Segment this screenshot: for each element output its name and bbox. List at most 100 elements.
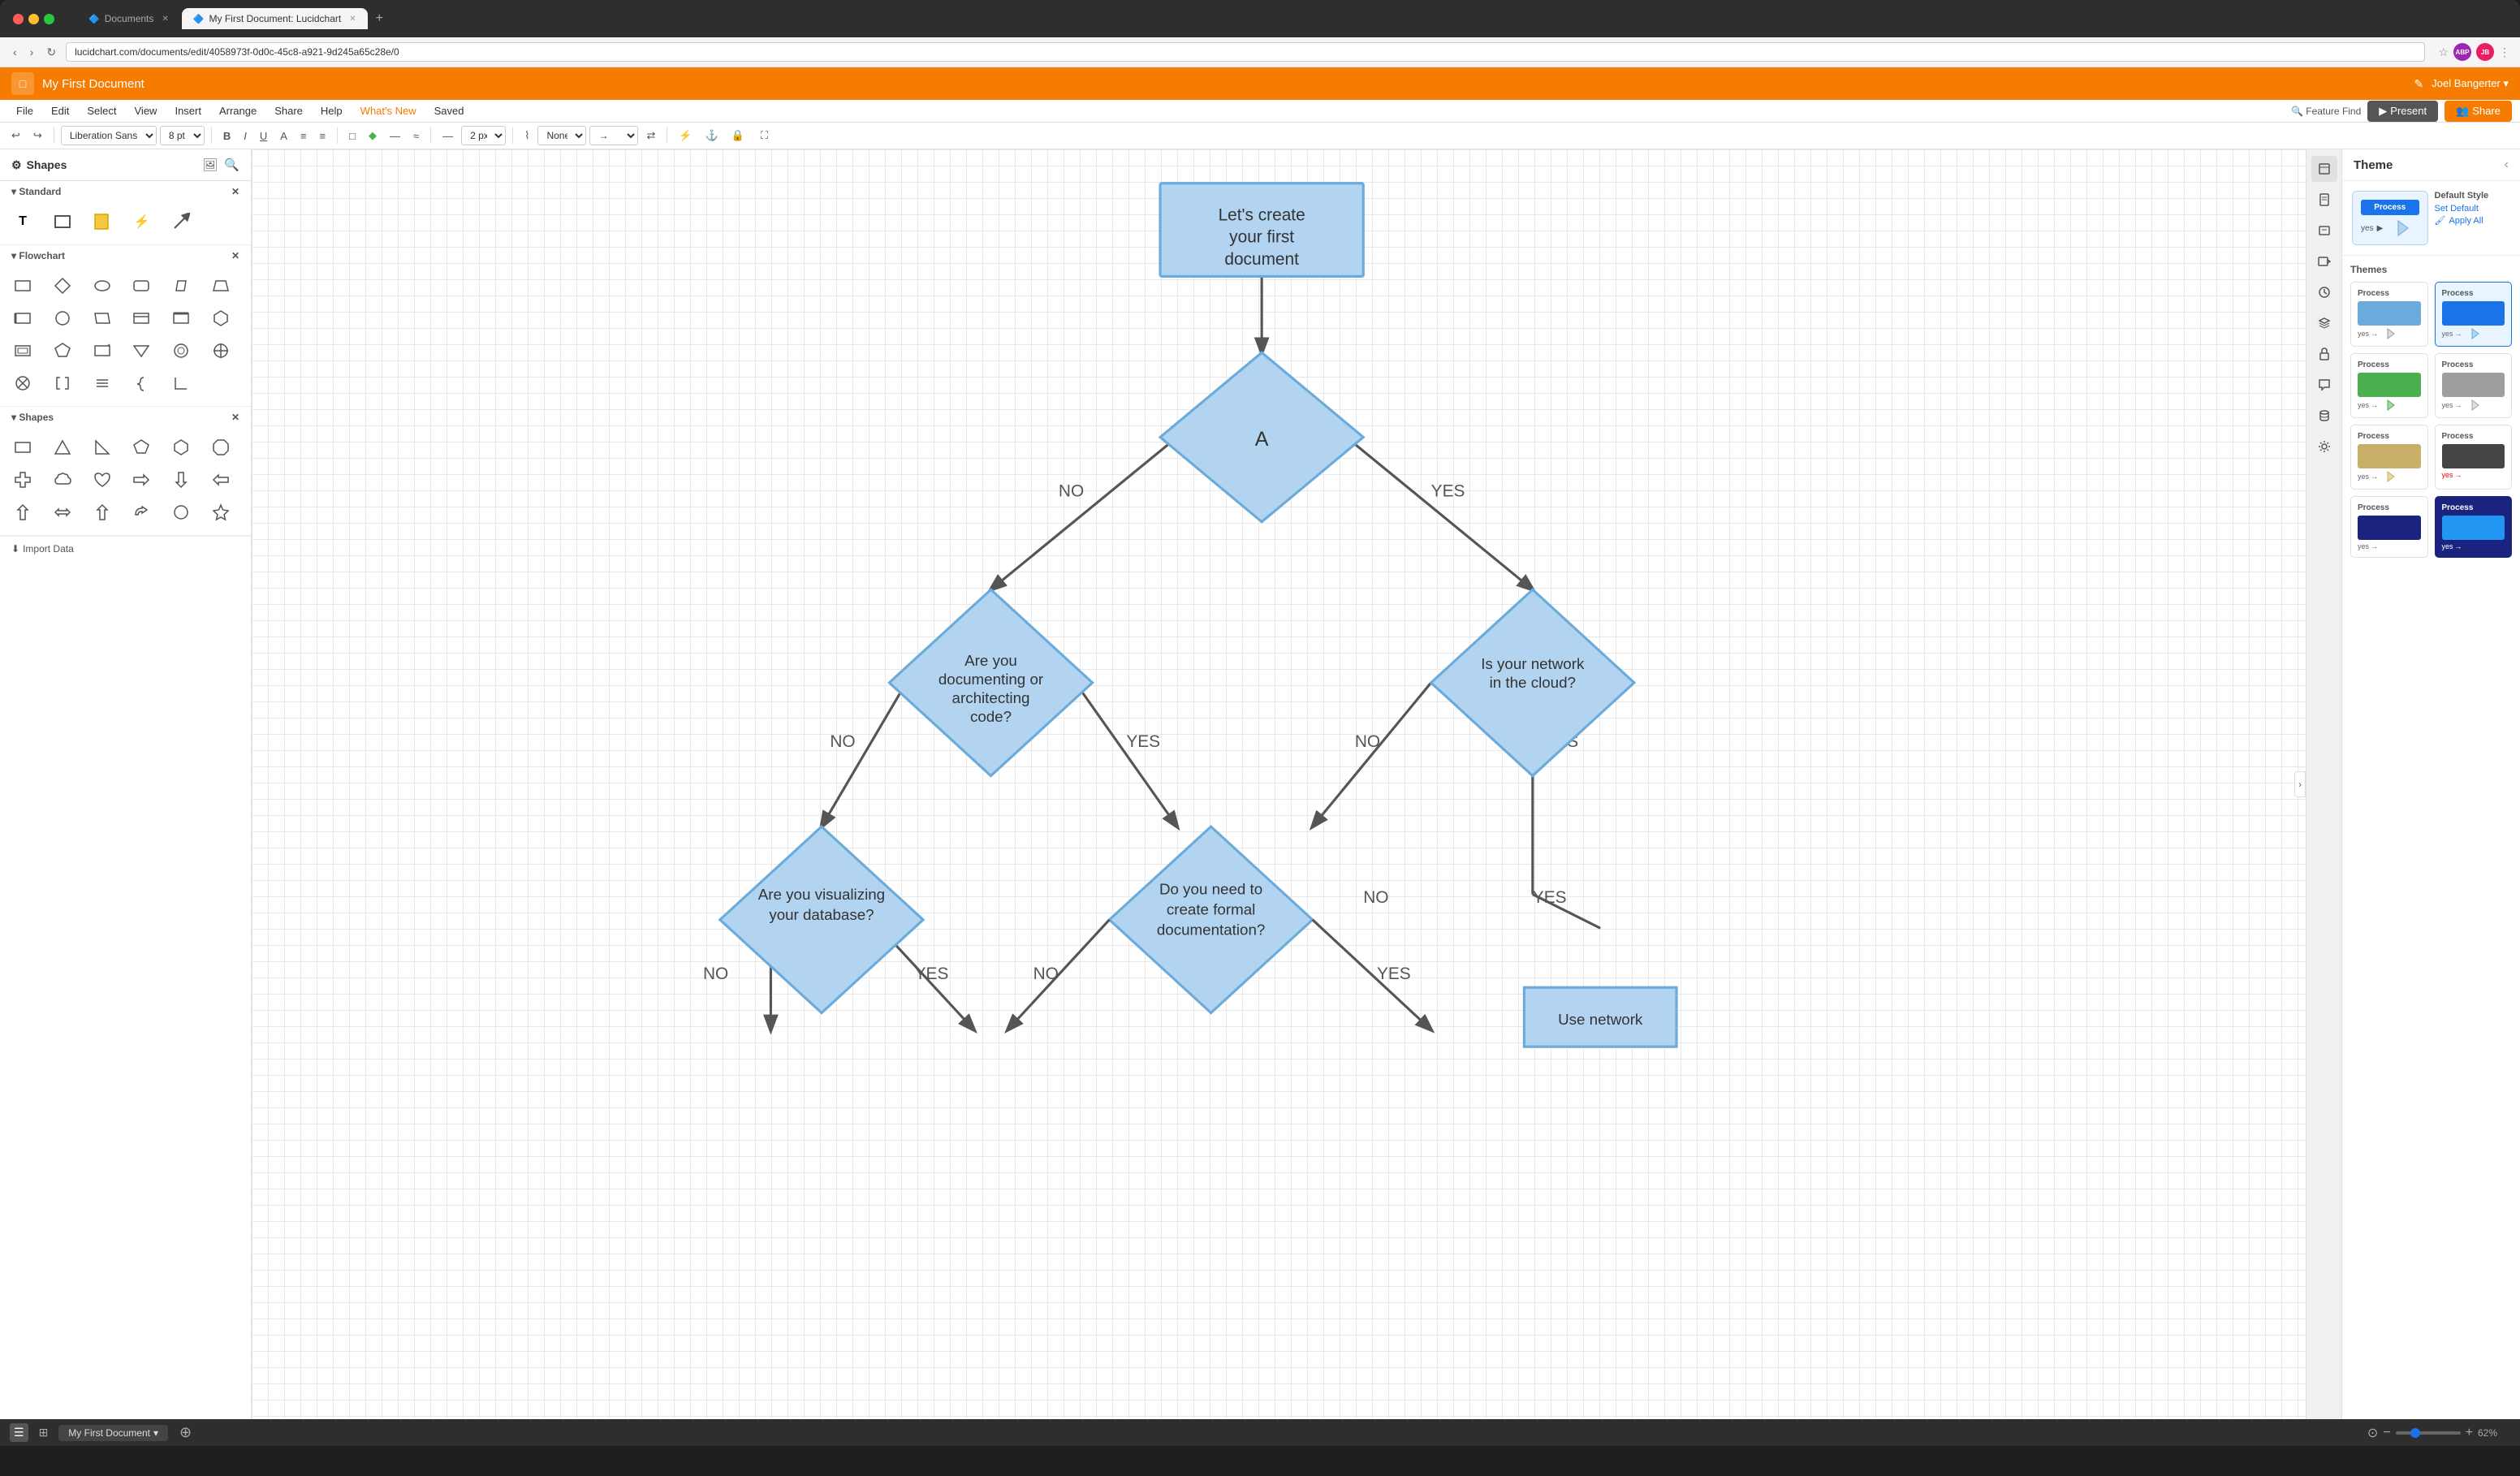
user-avatar[interactable]: JB: [2476, 43, 2494, 61]
anchor-button[interactable]: ⚓: [701, 126, 723, 145]
zoom-out-button[interactable]: −: [2383, 1426, 2390, 1440]
theme-card-3[interactable]: Process yes →: [2350, 353, 2428, 418]
line-weight-button[interactable]: —: [438, 127, 458, 145]
fc-ellipse[interactable]: [88, 271, 117, 300]
shape-arrow-down[interactable]: [166, 465, 196, 494]
fill-color-button[interactable]: ◆: [364, 126, 382, 145]
redo-button[interactable]: ↪: [28, 126, 47, 145]
arrow-shape[interactable]: [166, 207, 196, 236]
zoom-in-button[interactable]: +: [2466, 1426, 2473, 1440]
menu-edit[interactable]: Edit: [43, 100, 77, 122]
new-tab-button[interactable]: +: [369, 8, 390, 29]
fc-x-circle[interactable]: [8, 369, 37, 398]
note-shape[interactable]: [88, 207, 117, 236]
fc-cross[interactable]: [206, 336, 235, 365]
feature-find[interactable]: 🔍 Feature Find: [2291, 106, 2361, 117]
zoom-lock-button[interactable]: ⊙: [2367, 1425, 2378, 1441]
panel-settings-button[interactable]: [2311, 434, 2337, 460]
fc-triangle-down[interactable]: [127, 336, 156, 365]
fc-trapezoid[interactable]: [206, 271, 235, 300]
shape-cross[interactable]: [8, 465, 37, 494]
panel-history-button[interactable]: [2311, 279, 2337, 305]
underline-button[interactable]: U: [255, 127, 272, 145]
fc-rect6[interactable]: [88, 336, 117, 365]
shape-octagon[interactable]: [206, 433, 235, 462]
rect-shape[interactable]: [48, 207, 77, 236]
shape-right-triangle[interactable]: [88, 433, 117, 462]
extension-icon[interactable]: ABP: [2453, 43, 2471, 61]
font-color-button[interactable]: A: [275, 127, 292, 145]
theme-card-5[interactable]: Process yes →: [2350, 425, 2428, 490]
fc-curly[interactable]: [127, 369, 156, 398]
menu-select[interactable]: Select: [79, 100, 124, 122]
fullscreen-button[interactable]: ⛶: [756, 126, 773, 145]
arrow-end-selector[interactable]: →: [589, 126, 638, 145]
grid-view-button[interactable]: ⊞: [35, 1423, 53, 1442]
standard-close-icon[interactable]: ✕: [231, 186, 239, 197]
text-shape[interactable]: T: [8, 207, 37, 236]
shapes-section-header[interactable]: ▾ Shapes ✕: [0, 407, 251, 428]
shape-hexagon[interactable]: [166, 433, 196, 462]
import-data-button[interactable]: ⬇ Import Data: [0, 536, 251, 561]
fc-rounded-rect[interactable]: [127, 271, 156, 300]
minimize-button[interactable]: [28, 14, 39, 24]
menu-arrange[interactable]: Arrange: [211, 100, 265, 122]
reload-button[interactable]: ↻: [43, 44, 59, 61]
align-left-button[interactable]: ≡: [296, 127, 312, 145]
border-button[interactable]: □: [344, 127, 360, 145]
menu-view[interactable]: View: [127, 100, 166, 122]
panel-theme-button[interactable]: [2311, 156, 2337, 182]
address-input[interactable]: [66, 42, 2425, 62]
theme-card-2[interactable]: Process yes →: [2435, 282, 2513, 347]
lightning-shape[interactable]: ⚡: [127, 207, 156, 236]
document-page-tab[interactable]: My First Document ▾: [58, 1425, 168, 1441]
fc-rect2[interactable]: [8, 304, 37, 333]
fc-rect4[interactable]: [166, 304, 196, 333]
fc-rect5[interactable]: [8, 336, 37, 365]
shape-arrow-up[interactable]: [8, 498, 37, 527]
theme-card-8[interactable]: Process yes →: [2435, 496, 2513, 558]
fc-parallelogram[interactable]: [166, 271, 196, 300]
bold-button[interactable]: B: [218, 127, 235, 145]
shape-arrow-right[interactable]: [127, 465, 156, 494]
set-default-link[interactable]: Set Default: [2435, 204, 2511, 214]
panel-expand-button[interactable]: ‹: [2505, 158, 2509, 172]
menu-share[interactable]: Share: [266, 100, 311, 122]
fc-rect[interactable]: [8, 271, 37, 300]
fc-corner[interactable]: [166, 369, 196, 398]
browser-menu-icon[interactable]: ⋮: [2499, 45, 2510, 59]
shape-curved-arrow[interactable]: [127, 498, 156, 527]
flowchart-section-header[interactable]: ▾ Flowchart ✕: [0, 245, 251, 266]
line-color-button[interactable]: —: [385, 127, 405, 145]
close-button[interactable]: [13, 14, 24, 24]
theme-card-6[interactable]: Process yes →: [2435, 425, 2513, 490]
tab-close-documents[interactable]: ✕: [162, 15, 168, 24]
tab-documents[interactable]: 🔷 Documents ✕: [77, 8, 180, 29]
shape-triangle[interactable]: [48, 433, 77, 462]
menu-help[interactable]: Help: [313, 100, 351, 122]
arrow-start-selector[interactable]: None: [537, 126, 586, 145]
waypoint-button[interactable]: ⌇: [520, 126, 534, 145]
share-button[interactable]: 👥 Share: [2444, 101, 2512, 122]
list-view-button[interactable]: ☰: [10, 1423, 28, 1442]
present-button[interactable]: ▶ Present: [2367, 101, 2438, 122]
line-style-button[interactable]: ≈: [408, 127, 424, 145]
zoom-slider[interactable]: [2396, 1431, 2461, 1435]
fc-bracket[interactable]: [48, 369, 77, 398]
panel-database-button[interactable]: [2311, 403, 2337, 429]
italic-button[interactable]: I: [239, 127, 252, 145]
lock-button[interactable]: 🔒: [727, 126, 749, 145]
forward-button[interactable]: ›: [27, 44, 37, 60]
fc-diamond[interactable]: [48, 271, 77, 300]
canvas-area[interactable]: NO YES NO YES NO YES NO YES: [252, 149, 2306, 1419]
shape-rect[interactable]: [8, 433, 37, 462]
lightning-button[interactable]: ⚡: [674, 126, 697, 145]
fc-rect3[interactable]: [127, 304, 156, 333]
shape-circle[interactable]: [166, 498, 196, 527]
add-page-button[interactable]: ⊕: [175, 1422, 196, 1443]
panel-comment-button[interactable]: [2311, 372, 2337, 398]
panel-quote-button[interactable]: [2311, 218, 2337, 244]
tab-close-lucidchart[interactable]: ✕: [349, 15, 356, 24]
theme-card-7[interactable]: Process yes →: [2350, 496, 2428, 558]
flowchart-close-icon[interactable]: ✕: [231, 250, 239, 261]
